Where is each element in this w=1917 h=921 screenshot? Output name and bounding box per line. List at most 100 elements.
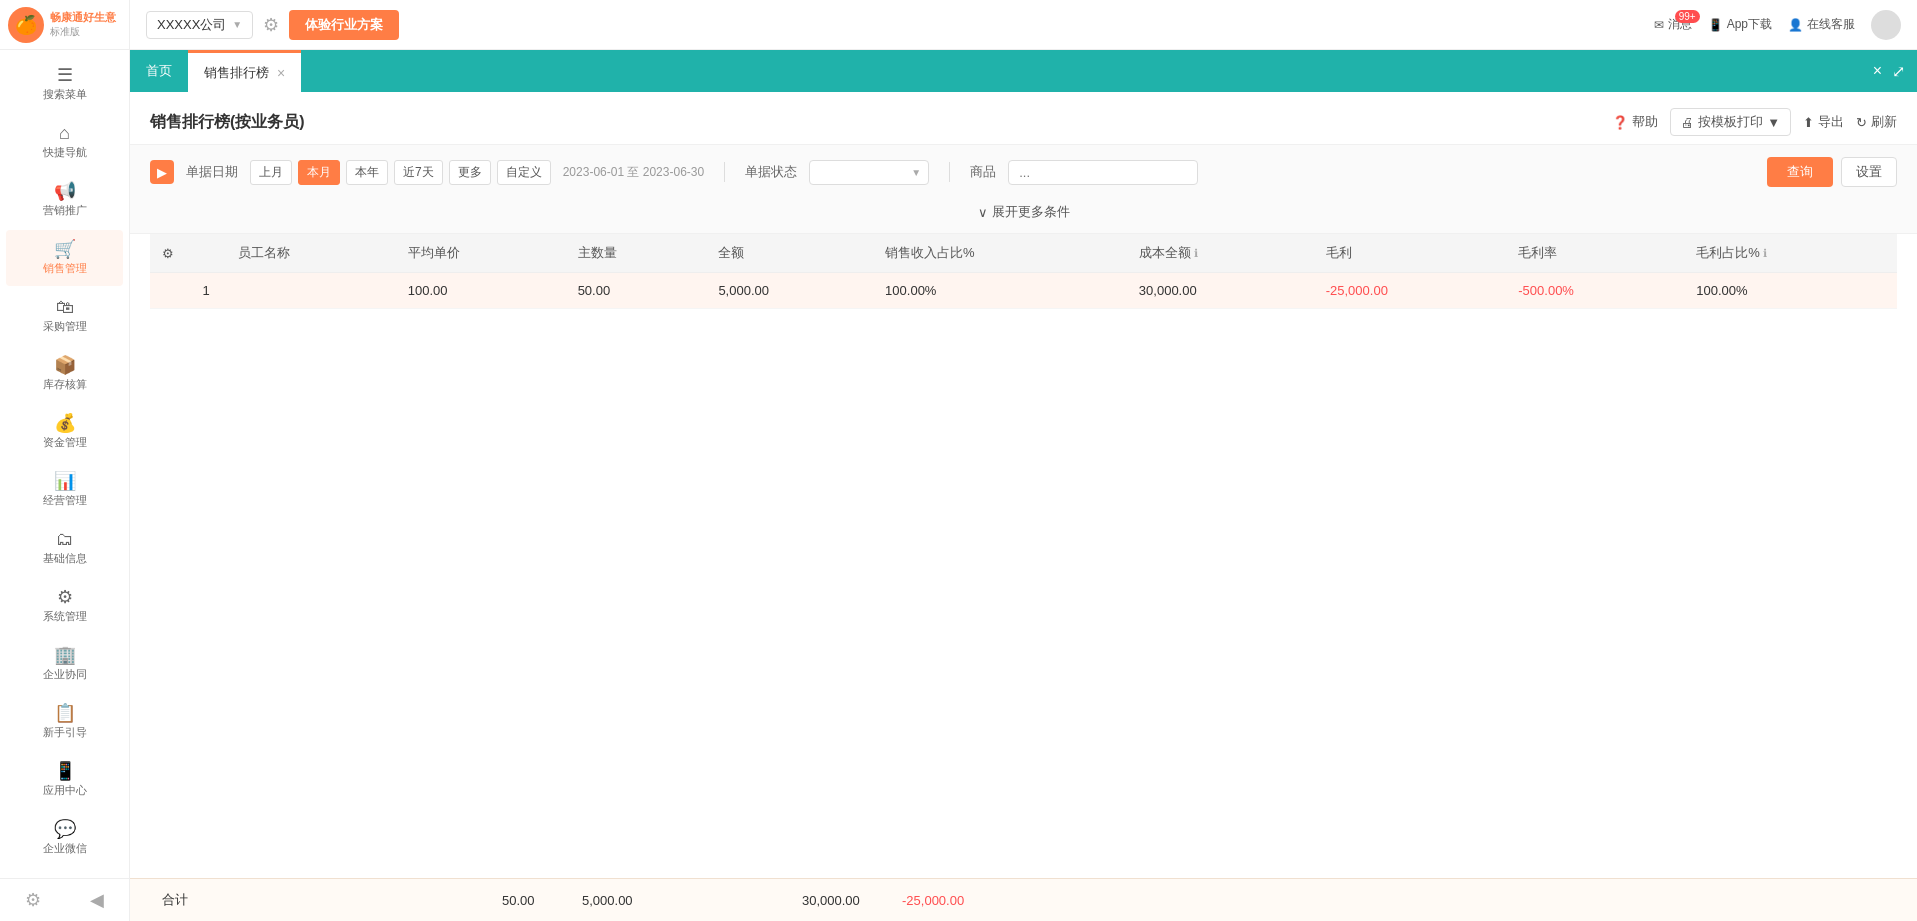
- sidebar-item-label-sales: 销售管理: [43, 261, 87, 276]
- sales-icon: 🛒: [54, 240, 76, 258]
- sidebar-item-apps[interactable]: 📱 应用中心: [6, 752, 123, 808]
- last7days-btn[interactable]: 近7天: [394, 160, 443, 185]
- sidebar-item-label-enterprise: 企业协同: [43, 667, 87, 682]
- apps-icon: 📱: [54, 762, 76, 780]
- status-select[interactable]: [809, 160, 929, 185]
- footer-cost: 30,000.00: [790, 893, 890, 908]
- row-profit: -25,000.00: [1314, 273, 1507, 309]
- app-download-button[interactable]: 📱 App下载: [1708, 16, 1772, 33]
- row-settings: [150, 273, 186, 309]
- expand-row: ∨ 展开更多条件: [150, 195, 1897, 221]
- row-main-qty: 50.00: [566, 273, 707, 309]
- tab-home[interactable]: 首页: [130, 50, 188, 92]
- refresh-icon: ↻: [1856, 115, 1867, 130]
- footer-amount: 5,000.00: [570, 893, 670, 908]
- tab-sales-ranking[interactable]: 销售排行榜 ×: [188, 50, 301, 92]
- user-avatar[interactable]: [1871, 10, 1901, 40]
- window-close-icon[interactable]: ×: [1873, 62, 1882, 80]
- sidebar-item-enterprise[interactable]: 🏢 企业协同: [6, 636, 123, 692]
- sidebar-item-operations[interactable]: 📊 经营管理: [6, 462, 123, 518]
- sidebar-item-nav[interactable]: ⌂ 快捷导航: [6, 114, 123, 170]
- this-year-btn[interactable]: 本年: [346, 160, 388, 185]
- wechat-icon: 💬: [54, 820, 76, 838]
- filter-area: ▶ 单据日期 上月 本月 本年 近7天 更多 自定义 2023-06-01 至 …: [130, 145, 1917, 234]
- sidebar-item-label-operations: 经营管理: [43, 493, 87, 508]
- filter-divider-2: [949, 162, 950, 182]
- export-label: 导出: [1818, 113, 1844, 131]
- app-download-label: App下载: [1727, 16, 1772, 33]
- tab-sales-ranking-label: 销售排行榜: [204, 64, 269, 82]
- logo-icon: 🍊: [8, 7, 44, 43]
- trial-button[interactable]: 体验行业方案: [289, 10, 399, 40]
- col-sales-pct-header: 销售收入占比%: [873, 234, 1127, 273]
- tabbar-actions: × ⤢: [1873, 62, 1917, 81]
- sidebar-item-purchase[interactable]: 🛍 采购管理: [6, 288, 123, 344]
- sidebar-settings-btn[interactable]: ⚙: [25, 889, 41, 911]
- row-avg-price: 100.00: [396, 273, 566, 309]
- footer-label: 合计: [150, 891, 490, 909]
- data-table: ⚙ 员工名称 平均单价 主数量 全额 销售收入占比% 成本全额 ℹ 毛利 毛利率…: [150, 234, 1897, 309]
- this-month-btn[interactable]: 本月: [298, 160, 340, 185]
- expand-arrow-icon: ∨: [978, 205, 988, 220]
- content-area: 销售排行榜(按业务员) ❓ 帮助 🖨 按模板打印 ▼ ⬆ 导出 ↻ 刷新: [130, 92, 1917, 921]
- message-button[interactable]: ✉ 消息 99+: [1654, 16, 1692, 33]
- col-avg-price-header: 平均单价: [396, 234, 566, 273]
- purchase-icon: 🛍: [56, 298, 74, 316]
- status-select-wrapper: ▼: [809, 160, 929, 185]
- sidebar-item-label-finance: 资金管理: [43, 435, 87, 450]
- sidebar-item-guide[interactable]: 📋 新手引导: [6, 694, 123, 750]
- company-dropdown-arrow: ▼: [232, 19, 242, 30]
- sidebar-item-label-inventory: 库存核算: [43, 377, 87, 392]
- table-header-row: ⚙ 员工名称 平均单价 主数量 全额 销售收入占比% 成本全额 ℹ 毛利 毛利率…: [150, 234, 1897, 273]
- message-icon: ✉: [1654, 18, 1664, 32]
- row-profit-rate: -500.00%: [1506, 273, 1684, 309]
- sidebar-item-label-wechat: 企业微信: [43, 841, 87, 856]
- export-button[interactable]: ⬆ 导出: [1803, 113, 1844, 131]
- date-filter-label: 单据日期: [186, 163, 238, 181]
- sidebar-item-inventory[interactable]: 📦 库存核算: [6, 346, 123, 402]
- goods-filter-label: 商品: [970, 163, 996, 181]
- filter-toggle-btn[interactable]: ▶: [150, 160, 174, 184]
- marketing-icon: 📢: [54, 182, 76, 200]
- col-main-qty-header: 主数量: [566, 234, 707, 273]
- help-button[interactable]: ❓ 帮助: [1612, 113, 1658, 131]
- more-date-btn[interactable]: 更多: [449, 160, 491, 185]
- date-range-display: 2023-06-01 至 2023-06-30: [563, 164, 704, 181]
- topbar: XXXXX公司 ▼ ⚙ 体验行业方案 ✉ 消息 99+ 📱 App下载 👤 在线…: [130, 0, 1917, 50]
- online-service-button[interactable]: 👤 在线客服: [1788, 16, 1855, 33]
- sidebar-logo: 🍊 畅康通好生意 标准版: [0, 0, 129, 50]
- sidebar-item-member[interactable]: V 畅会员: [6, 868, 123, 878]
- refresh-button[interactable]: ↻ 刷新: [1856, 113, 1897, 131]
- sidebar-item-basic[interactable]: 🗂 基础信息: [6, 520, 123, 576]
- sidebar-item-finance[interactable]: 💰 资金管理: [6, 404, 123, 460]
- company-selector[interactable]: XXXXX公司 ▼: [146, 11, 253, 39]
- row-rank: 1: [186, 273, 226, 309]
- page-title: 销售排行榜(按业务员): [150, 112, 305, 133]
- print-dropdown-arrow: ▼: [1767, 115, 1780, 130]
- sidebar-item-search[interactable]: ☰ 搜索菜单: [6, 56, 123, 112]
- window-expand-icon[interactable]: ⤢: [1892, 62, 1905, 81]
- print-label: 按模板打印: [1698, 113, 1763, 131]
- basic-icon: 🗂: [56, 530, 74, 548]
- sidebar-item-marketing[interactable]: 📢 营销推广: [6, 172, 123, 228]
- print-icon: 🖨: [1681, 115, 1694, 130]
- custom-date-btn[interactable]: 自定义: [497, 160, 551, 185]
- home-icon: ⌂: [59, 124, 70, 142]
- tab-home-label: 首页: [146, 62, 172, 80]
- prev-month-btn[interactable]: 上月: [250, 160, 292, 185]
- sidebar-item-system[interactable]: ⚙ 系统管理: [6, 578, 123, 634]
- col-settings-header[interactable]: ⚙: [150, 234, 186, 273]
- search-button[interactable]: 查询: [1767, 157, 1833, 187]
- sidebar: 🍊 畅康通好生意 标准版 ☰ 搜索菜单 ⌂ 快捷导航 📢 营销推广 🛒 销售管理…: [0, 0, 130, 921]
- tab-close-icon[interactable]: ×: [277, 66, 285, 80]
- print-button[interactable]: 🖨 按模板打印 ▼: [1670, 108, 1791, 136]
- sidebar-item-wechat[interactable]: 💬 企业微信: [6, 810, 123, 866]
- goods-input[interactable]: [1008, 160, 1198, 185]
- sidebar-item-sales[interactable]: 🛒 销售管理: [6, 230, 123, 286]
- sidebar-item-label-basic: 基础信息: [43, 551, 87, 566]
- sidebar-item-label-search: 搜索菜单: [43, 87, 87, 102]
- expand-more-btn[interactable]: ∨ 展开更多条件: [978, 203, 1070, 221]
- settings-button[interactable]: 设置: [1841, 157, 1897, 187]
- topbar-settings-icon[interactable]: ⚙: [263, 14, 279, 36]
- sidebar-collapse-btn[interactable]: ◀: [90, 889, 104, 911]
